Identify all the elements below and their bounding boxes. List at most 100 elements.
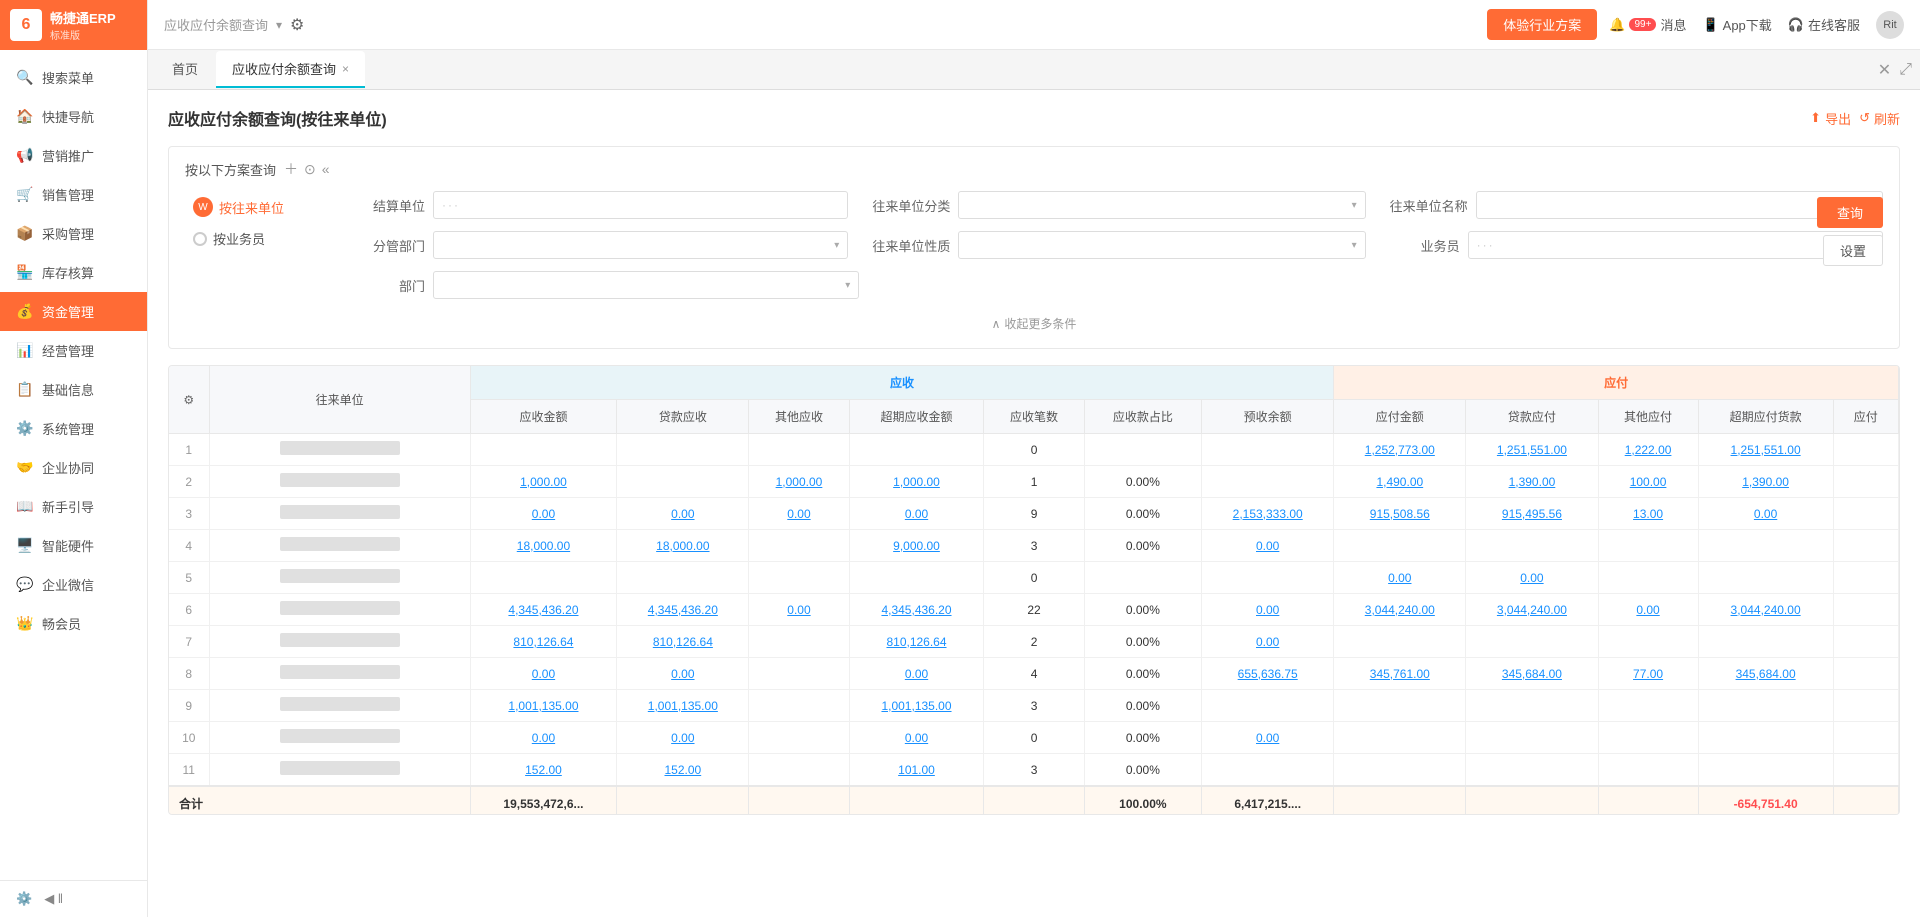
partner-category-input[interactable]: ▾ — [958, 191, 1365, 219]
sidebar-item-quick-nav[interactable]: 🏠 快捷导航 — [0, 97, 147, 136]
col-ap-overdue: 超期应付货款 — [1698, 400, 1833, 434]
basic-info-icon: 📋 — [16, 381, 34, 398]
sidebar-item-operation[interactable]: 📊 经营管理 — [0, 331, 147, 370]
partner-cell — [209, 498, 470, 530]
settlement-unit-input[interactable]: ··· — [433, 191, 848, 219]
search-form: 按以下方案查询 ＋ ⊙ « W 按往来单位 按业务员 — [168, 146, 1900, 349]
sidebar-item-marketing[interactable]: 📢 营销推广 — [0, 136, 147, 175]
footer-ar-ratio: 100.00% — [1084, 786, 1202, 815]
query-button[interactable]: 查询 — [1817, 197, 1883, 228]
tab-ar-ap[interactable]: 应收应付余额查询 × — [216, 51, 365, 88]
notification-label: 消息 — [1660, 15, 1686, 34]
department-label: 部门 — [355, 276, 425, 295]
app-download-btn[interactable]: 📱 App下载 — [1702, 15, 1771, 34]
sidebar-navigation: 🔍 搜索菜单 🏠 快捷导航 📢 营销推广 🛒 销售管理 📦 采购管理 🏪 库存核… — [0, 50, 147, 880]
footer-ar-prepay[interactable]: 6,417,215.... — [1202, 786, 1334, 815]
partner-radio-icon: W — [193, 197, 213, 217]
sidebar-item-inventory[interactable]: 🏪 库存核算 — [0, 253, 147, 292]
sidebar-item-vip[interactable]: 👑 畅会员 — [0, 604, 147, 643]
partner-cell — [209, 594, 470, 626]
col-ar-prepay: 预收余额 — [1202, 400, 1334, 434]
table-row: 21,000.001,000.001,000.0010.00%1,490.001… — [169, 466, 1899, 498]
table-header-group: ⚙ 往来单位 应收 应付 — [169, 366, 1899, 400]
sidebar-item-search-menu[interactable]: 🔍 搜索菜单 — [0, 58, 147, 97]
collapse-scheme-btn[interactable]: « — [322, 161, 330, 177]
notification-bell[interactable]: 🔔 99+ 消息 — [1609, 15, 1686, 34]
page-header: 应收应付余额查询(按往来单位) ⬆ 导出 ↺ 刷新 — [168, 106, 1900, 130]
online-service-btn[interactable]: 🎧 在线客服 — [1788, 15, 1860, 34]
field-partner-name: 往来单位名称 — [1390, 191, 1883, 219]
query-by-partner[interactable]: W 按往来单位 — [185, 191, 345, 223]
notification-count: 99+ — [1629, 18, 1656, 31]
sidebar-collapse-btn[interactable]: ◀ ‖ — [44, 891, 63, 907]
breadcrumb-text: 应收应付余额查询 — [164, 15, 268, 34]
sidebar-item-system[interactable]: ⚙️ 系统管理 — [0, 409, 147, 448]
form-row-1: 结算单位 ··· 往来单位分类 ▾ 往来单位名称 — [355, 191, 1883, 219]
tab-home[interactable]: 首页 — [156, 51, 214, 88]
collapse-arrow-icon: ∧ — [992, 317, 1001, 331]
query-by-salesperson[interactable]: 按业务员 — [185, 223, 345, 254]
partner-nature-arrow: ▾ — [1352, 240, 1357, 251]
tab-bar-close-icon[interactable]: ✕ — [1878, 60, 1891, 80]
row-number: 2 — [169, 466, 209, 498]
salesperson-radio — [193, 232, 207, 246]
marketing-icon: 📢 — [16, 147, 34, 164]
sidebar-item-basic-info[interactable]: 📋 基础信息 — [0, 370, 147, 409]
refresh-button[interactable]: ↺ 刷新 — [1859, 109, 1900, 128]
settings-button[interactable]: 设置 — [1823, 235, 1883, 266]
solution-button[interactable]: 体验行业方案 — [1487, 9, 1597, 40]
add-scheme-btn[interactable]: ＋ — [284, 159, 298, 179]
sidebar-item-smart-hw[interactable]: 🖥️ 智能硬件 — [0, 526, 147, 565]
settings-col-header: ⚙ — [169, 366, 209, 434]
sidebar-settings-btn[interactable]: ⚙️ — [16, 891, 32, 907]
table-row: 7810,126.64810,126.64810,126.6420.00%0.0… — [169, 626, 1899, 658]
refresh-icon: ↺ — [1859, 110, 1870, 126]
download-icon: 📱 — [1702, 17, 1718, 33]
field-salesperson: 业务员 ··· — [1390, 231, 1883, 259]
footer-ap-amount — [1334, 786, 1466, 815]
quick-nav-icon: 🏠 — [16, 108, 34, 125]
field-partner-nature: 往来单位性质 ▾ — [872, 231, 1365, 259]
collapse-more[interactable]: ∧ 收起更多条件 — [185, 311, 1883, 336]
footer-ar-overdue — [849, 786, 984, 815]
footer-ap-extra — [1833, 786, 1898, 815]
tab-close-icon[interactable]: × — [342, 62, 349, 76]
beginner-icon: 📖 — [16, 498, 34, 515]
row-number: 10 — [169, 722, 209, 754]
partner-nature-input[interactable]: ▾ — [958, 231, 1365, 259]
header-gear-icon[interactable]: ⚙ — [290, 15, 304, 35]
footer-ar-total[interactable]: 19,553,472,6... — [470, 786, 617, 815]
edit-scheme-btn[interactable]: ⊙ — [304, 161, 316, 178]
sidebar-item-wechat[interactable]: 💬 企业微信 — [0, 565, 147, 604]
field-department: 部门 ▾ — [355, 271, 859, 299]
col-ar-ratio: 应收款占比 — [1084, 400, 1202, 434]
table-body: 101,252,773.001,251,551.001,222.001,251,… — [169, 434, 1899, 787]
bell-icon: 🔔 — [1609, 17, 1625, 33]
field-settlement-unit: 结算单位 ··· — [355, 191, 848, 219]
sidebar-item-enterprise[interactable]: 🤝 企业协同 — [0, 448, 147, 487]
search-icons: ＋ ⊙ « — [284, 159, 330, 179]
form-rows: 结算单位 ··· 往来单位分类 ▾ 往来单位名称 — [355, 191, 1883, 299]
footer-row: 合计 19,553,472,6... 100.00% 6,417,215....… — [169, 786, 1899, 815]
partner-cell — [209, 722, 470, 754]
user-avatar-area[interactable]: Rit — [1876, 11, 1904, 39]
department-input[interactable]: ▾ — [433, 271, 859, 299]
search-menu-icon: 🔍 — [16, 69, 34, 86]
dept-manager-input[interactable]: ▾ — [433, 231, 848, 259]
table-settings-icon[interactable]: ⚙ — [183, 393, 194, 407]
vip-icon: 👑 — [16, 615, 34, 632]
row-number: 9 — [169, 690, 209, 722]
export-button[interactable]: ⬆ 导出 — [1810, 109, 1851, 128]
partner-cell — [209, 754, 470, 787]
sidebar-item-beginner[interactable]: 📖 新手引导 — [0, 487, 147, 526]
tab-bar-expand-icon[interactable]: ⤢ — [1899, 61, 1912, 79]
sidebar-item-finance[interactable]: 💰 资金管理 — [0, 292, 147, 331]
partner-cell — [209, 562, 470, 594]
breadcrumb-chevron-icon[interactable]: ▾ — [276, 18, 282, 32]
partner-category-arrow: ▾ — [1352, 200, 1357, 211]
sidebar-item-purchase[interactable]: 📦 采购管理 — [0, 214, 147, 253]
footer-ar-count — [984, 786, 1084, 815]
sidebar-item-sales[interactable]: 🛒 销售管理 — [0, 175, 147, 214]
salesperson-input[interactable]: ··· — [1468, 231, 1883, 259]
wechat-icon: 💬 — [16, 576, 34, 593]
